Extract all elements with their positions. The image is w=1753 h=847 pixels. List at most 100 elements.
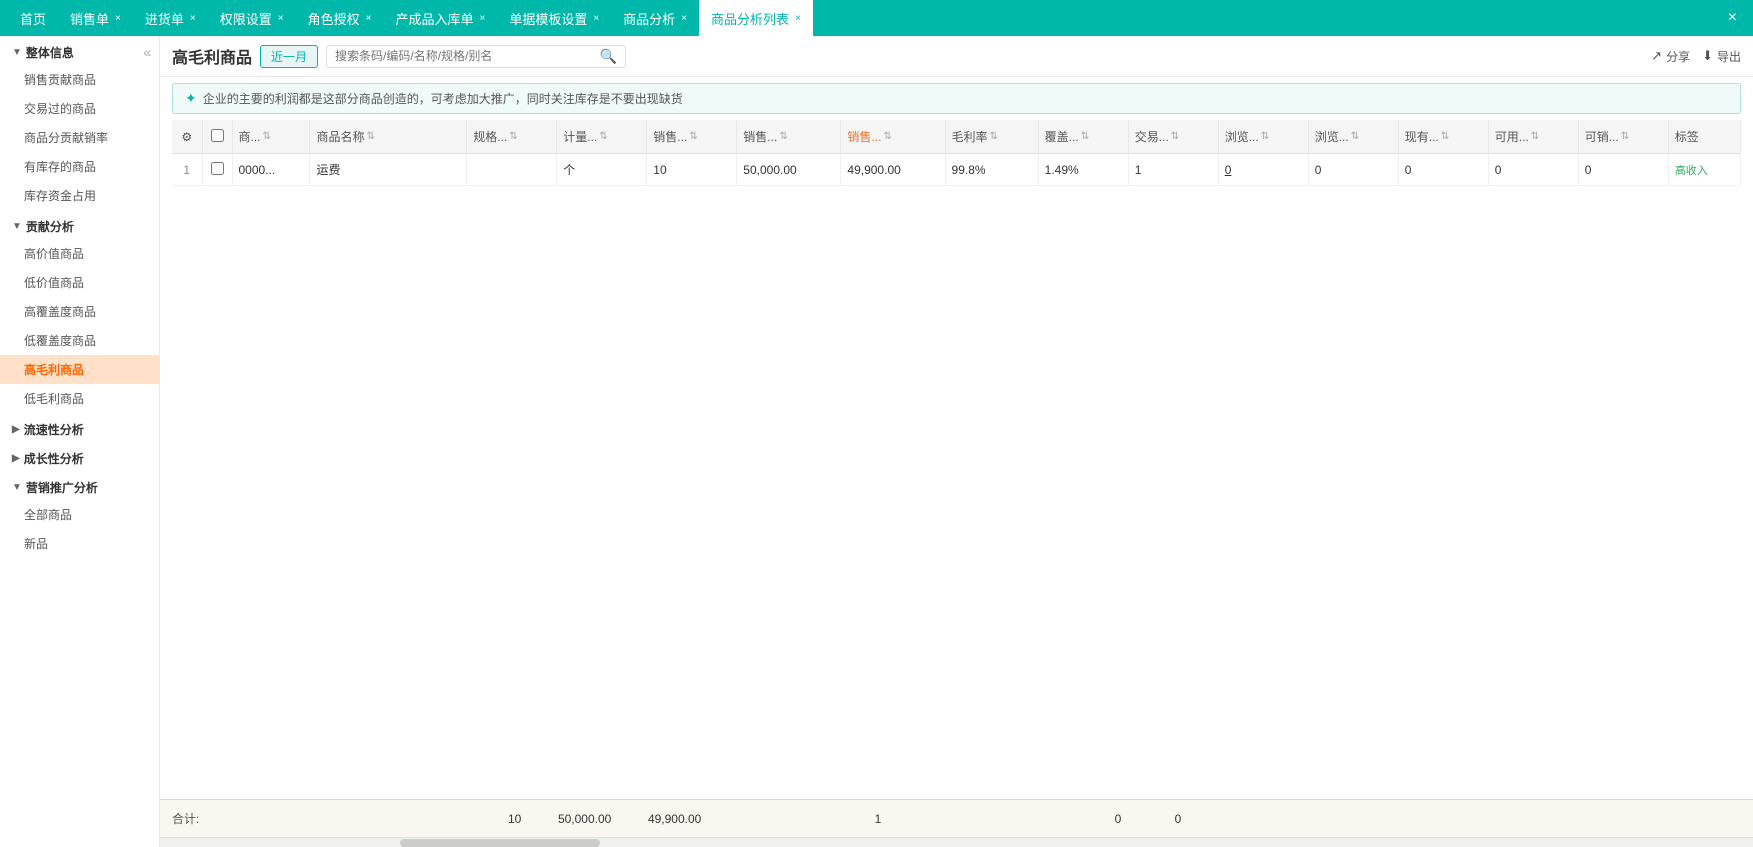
sidebar-item-low-margin[interactable]: 低毛利商品 (0, 384, 159, 413)
row-spec (467, 154, 557, 186)
products-table: ⚙ 商...⇅ 商品名称⇅ 规格...⇅ (172, 120, 1741, 186)
search-box[interactable]: 🔍 (326, 45, 626, 68)
sidebar-item-traded[interactable]: 交易过的商品 (0, 94, 159, 123)
nav-tab-home-label: 首页 (20, 9, 46, 28)
sidebar-group-contrib[interactable]: ▼ 贡献分析 (0, 210, 159, 239)
sidebar-group-velocity[interactable]: ▶ 流速性分析 (0, 413, 159, 442)
nav-tab-sales[interactable]: 销售单 × (58, 0, 133, 36)
sidebar-item-stock-capital[interactable]: 库存资金占用 (0, 181, 159, 210)
nav-tab-analysis[interactable]: 商品分析 × (611, 0, 699, 36)
settings-icon[interactable]: ⚙ (181, 130, 192, 144)
col-sales-amount: 销售...⇅ (737, 120, 841, 154)
sort-sales-qty-icon[interactable]: ⇅ (689, 131, 697, 142)
scrollbar-area[interactable] (160, 837, 1753, 847)
sort-gross-margin-icon[interactable]: ⇅ (990, 131, 998, 142)
nav-tab-purchase[interactable]: 进货单 × (133, 0, 208, 36)
select-all-checkbox[interactable] (211, 129, 224, 142)
nav-tab-inbound-label: 产成品入库单 (395, 9, 473, 28)
search-icon[interactable]: 🔍 (600, 48, 617, 65)
share-button[interactable]: ↗ 分享 (1651, 48, 1690, 65)
content-area: 高毛利商品 近一月 🔍 ↗ 分享 ⬇ 导出 ✦ 企业的主要的利润都是这部分 (160, 36, 1753, 847)
footer-label: 合计: (172, 810, 199, 827)
col-name: 商品名称⇅ (310, 120, 467, 154)
sort-browse2-icon[interactable]: ⇅ (1351, 131, 1359, 142)
sidebar-item-low-coverage[interactable]: 低覆盖度商品 (0, 326, 159, 355)
col-settings[interactable]: ⚙ (172, 120, 202, 154)
sort-available-icon[interactable]: ⇅ (1531, 131, 1539, 142)
nav-tab-analysis-list[interactable]: 商品分析列表 × (699, 0, 813, 36)
sidebar-item-contrib-rate[interactable]: 商品分贡献销率 (0, 123, 159, 152)
nav-tab-sales-close[interactable]: × (115, 13, 121, 24)
sidebar-item-new-products[interactable]: 新品 (0, 529, 159, 558)
sidebar: « ▼ 整体信息 销售贡献商品 交易过的商品 商品分贡献销率 有库存的商品 库存… (0, 36, 160, 847)
page-title: 高毛利商品 (172, 44, 252, 68)
sidebar-item-sales-contrib[interactable]: 销售贡献商品 (0, 65, 159, 94)
sort-sales-amount-icon[interactable]: ⇅ (779, 131, 787, 142)
sidebar-item-high-value[interactable]: 高价值商品 (0, 239, 159, 268)
window-close-button[interactable]: × (1720, 9, 1745, 27)
col-sellable: 可销...⇅ (1578, 120, 1668, 154)
sidebar-item-high-coverage[interactable]: 高覆盖度商品 (0, 297, 159, 326)
sidebar-item-in-stock[interactable]: 有库存的商品 (0, 152, 159, 181)
sidebar-group-velocity-label: 流速性分析 (24, 421, 84, 438)
row-checkbox-cell[interactable] (202, 154, 232, 186)
sort-sales-cost-icon[interactable]: ⇅ (883, 131, 891, 142)
sort-unit-icon[interactable]: ⇅ (599, 131, 607, 142)
nav-tab-purchase-close[interactable]: × (190, 13, 196, 24)
col-sales-qty: 销售...⇅ (647, 120, 737, 154)
nav-tab-analysis-close[interactable]: × (681, 13, 687, 24)
nav-tab-inbound-close[interactable]: × (479, 13, 485, 24)
row-code: 0000... (232, 154, 310, 186)
export-button[interactable]: ⬇ 导出 (1702, 48, 1741, 65)
nav-tab-permission-close[interactable]: × (278, 13, 284, 24)
footer-spacer1 (207, 812, 407, 826)
nav-tab-template[interactable]: 单据模板设置 × (497, 0, 611, 36)
nav-tab-template-close[interactable]: × (593, 13, 599, 24)
col-checkbox[interactable] (202, 120, 232, 154)
info-text: 企业的主要的利润都是这部分商品创造的，可考虑加大推广，同时关注库存是不要出现缺货 (203, 90, 683, 107)
search-input[interactable] (335, 49, 596, 63)
browse1-link[interactable]: 0 (1225, 163, 1232, 177)
sidebar-group-overall[interactable]: ▼ 整体信息 (0, 36, 159, 65)
scrollbar-thumb[interactable] (400, 839, 600, 847)
sort-name-icon[interactable]: ⇅ (366, 131, 374, 142)
sort-coverage-icon[interactable]: ⇅ (1081, 131, 1089, 142)
sidebar-group-marketing[interactable]: ▼ 营销推广分析 (0, 471, 159, 500)
sidebar-item-all-products[interactable]: 全部商品 (0, 500, 159, 529)
row-transaction: 1 (1128, 154, 1218, 186)
sort-current-stock-icon[interactable]: ⇅ (1441, 131, 1449, 142)
export-label: 导出 (1717, 48, 1741, 65)
col-browse1: 浏览...⇅ (1218, 120, 1308, 154)
sidebar-group-growth-arrow: ▶ (12, 453, 20, 464)
row-checkbox[interactable] (211, 162, 224, 175)
footer-bar: 合计: 10 50,000.00 49,900.00 1 0 0 (160, 799, 1753, 837)
sort-spec-icon[interactable]: ⇅ (509, 131, 517, 142)
sidebar-item-high-margin[interactable]: 高毛利商品 (0, 355, 159, 384)
nav-tab-role[interactable]: 角色授权 × (296, 0, 384, 36)
col-sales-cost: 销售...⇅ (841, 120, 945, 154)
top-nav: 首页 销售单 × 进货单 × 权限设置 × 角色授权 × 产成品入库单 × 单据… (0, 0, 1753, 36)
sidebar-collapse-button[interactable]: « (143, 44, 151, 60)
sidebar-group-growth[interactable]: ▶ 成长性分析 (0, 442, 159, 471)
sidebar-group-contrib-arrow: ▼ (12, 221, 22, 232)
sort-browse1-icon[interactable]: ⇅ (1261, 131, 1269, 142)
col-tag: 标签 (1668, 120, 1740, 154)
row-browse1[interactable]: 0 (1218, 154, 1308, 186)
nav-tab-role-close[interactable]: × (366, 13, 372, 24)
filter-month-button[interactable]: 近一月 (260, 45, 318, 68)
footer-sales-amount: 50,000.00 (527, 812, 617, 826)
sidebar-group-overall-arrow: ▼ (12, 47, 22, 58)
nav-tab-permission[interactable]: 权限设置 × (208, 0, 296, 36)
nav-tab-analysis-list-close[interactable]: × (795, 13, 801, 24)
row-gross-margin: 99.8% (945, 154, 1038, 186)
sidebar-item-low-value[interactable]: 低价值商品 (0, 268, 159, 297)
nav-tab-inbound[interactable]: 产成品入库单 × (383, 0, 497, 36)
table-wrapper[interactable]: ⚙ 商...⇅ 商品名称⇅ 规格...⇅ (172, 120, 1741, 799)
sort-transaction-icon[interactable]: ⇅ (1171, 131, 1179, 142)
nav-tab-home[interactable]: 首页 (8, 0, 58, 36)
sort-code-icon[interactable]: ⇅ (263, 131, 271, 142)
sort-sellable-icon[interactable]: ⇅ (1621, 131, 1629, 142)
footer-transaction: 1 (827, 812, 887, 826)
col-code: 商...⇅ (232, 120, 310, 154)
nav-tab-role-label: 角色授权 (308, 9, 360, 28)
